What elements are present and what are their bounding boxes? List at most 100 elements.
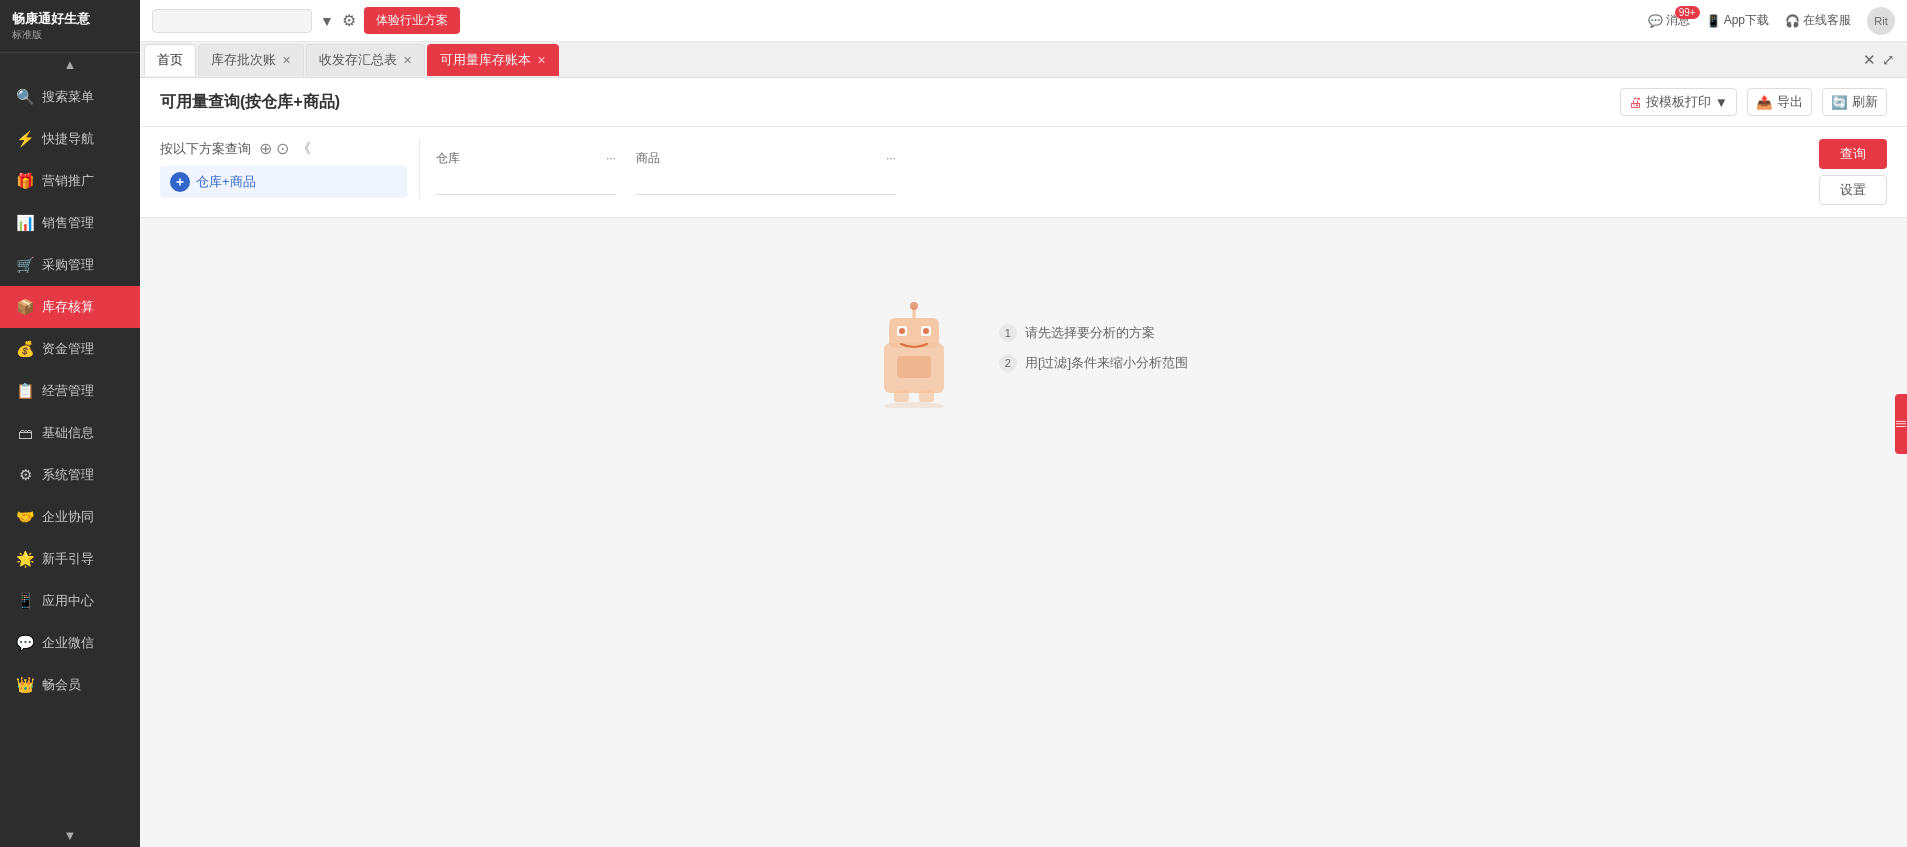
tab-batch-account[interactable]: 库存批次账 ✕	[198, 44, 304, 76]
cart-icon: 🛒	[16, 256, 34, 274]
sidebar-item-marketing[interactable]: 🎁 营销推广	[0, 160, 140, 202]
sidebar-item-shortcut[interactable]: ⚡ 快捷导航	[0, 118, 140, 160]
collapse-filter-button[interactable]: 《	[297, 140, 311, 158]
sidebar-item-label: 库存核算	[42, 298, 94, 316]
sidebar-item-wechat[interactable]: 💬 企业微信	[0, 622, 140, 664]
export-button[interactable]: 📤 导出	[1747, 88, 1812, 116]
sidebar-item-inventory[interactable]: 📦 库存核算	[0, 286, 140, 328]
expand-tab-button[interactable]: ⤢	[1882, 51, 1895, 69]
sidebar-item-finance[interactable]: 💰 资金管理	[0, 328, 140, 370]
sidebar-item-newbie[interactable]: 🌟 新手引导	[0, 538, 140, 580]
filter-left: 按以下方案查询 ⊕ ⊙ 《 仓库+商品	[160, 139, 420, 198]
empty-tips: 1 请先选择要分析的方案 2 用[过滤]条件来缩小分析范围	[999, 324, 1188, 372]
header-right: 💬 消息 99+ 📱 App下载 🎧 在线客服 Rit	[1648, 7, 1895, 35]
app-download-button[interactable]: 📱 App下载	[1706, 12, 1769, 29]
sidebar-item-label: 搜索菜单	[42, 88, 94, 106]
sidebar-item-operation[interactable]: 📋 经营管理	[0, 370, 140, 412]
sidebar-item-sales[interactable]: 📊 销售管理	[0, 202, 140, 244]
page-title-bar: 可用量查询(按仓库+商品) 🖨 按模板打印 ▼ 📤 导出 🔄 刷新	[140, 78, 1907, 127]
filter-actions: 查询 设置	[1819, 139, 1887, 205]
online-service-label: 在线客服	[1803, 12, 1851, 29]
page-title: 可用量查询(按仓库+商品)	[160, 92, 340, 113]
tabs-right: ✕ ⤢	[1863, 51, 1903, 69]
sidebar-item-label: 营销推广	[42, 172, 94, 190]
dropdown-button[interactable]: ▼	[320, 13, 334, 29]
warehouse-field-header: 仓库 ···	[436, 150, 616, 167]
tip-text-1: 请先选择要分析的方案	[1025, 324, 1155, 342]
tab-home[interactable]: 首页	[144, 44, 196, 76]
export-label: 导出	[1777, 93, 1803, 111]
message-icon: 💬	[1648, 14, 1663, 28]
warehouse-label: 仓库	[436, 150, 460, 167]
tab-available-inventory-label: 可用量库存账本	[440, 51, 531, 69]
printer-icon: 🖨	[1629, 95, 1642, 110]
print-label: 按模板打印	[1646, 93, 1711, 111]
refresh-icon: 🔄	[1831, 95, 1848, 110]
tip-num-1: 1	[999, 324, 1017, 342]
sidebar-logo: 畅康通好生意 标准版	[0, 0, 140, 53]
settings-scheme-icon[interactable]: ⊙	[276, 139, 289, 158]
sidebar-item-purchase[interactable]: 🛒 采购管理	[0, 244, 140, 286]
handle-icon: |||	[1896, 420, 1907, 428]
sidebar-item-appcenter[interactable]: 📱 应用中心	[0, 580, 140, 622]
online-service-button[interactable]: 🎧 在线客服	[1785, 12, 1851, 29]
filter-area: 按以下方案查询 ⊕ ⊙ 《 仓库+商品	[140, 127, 1907, 218]
money-icon: 💰	[16, 340, 34, 358]
industry-solution-button[interactable]: 体验行业方案	[364, 7, 460, 34]
goods-input[interactable]	[636, 171, 896, 195]
star-icon: 🌟	[16, 550, 34, 568]
sidebar-item-member[interactable]: 👑 畅会员	[0, 664, 140, 706]
filter-settings-button[interactable]: 设置	[1819, 175, 1887, 205]
goods-more-btn[interactable]: ···	[886, 151, 896, 165]
search-input[interactable]	[152, 9, 312, 33]
crown-icon: 👑	[16, 676, 34, 694]
export-icon: 📤	[1756, 95, 1773, 110]
tab-receive-summary[interactable]: 收发存汇总表 ✕	[306, 44, 425, 76]
tab-receive-summary-label: 收发存汇总表	[319, 51, 397, 69]
tab-close-icon[interactable]: ✕	[282, 54, 291, 67]
sidebar-item-system[interactable]: ⚙ 系统管理	[0, 454, 140, 496]
sidebar-item-label: 经营管理	[42, 382, 94, 400]
user-name: Rit	[1874, 15, 1887, 27]
tab-home-label: 首页	[157, 51, 183, 69]
tab-close-icon[interactable]: ✕	[403, 54, 412, 67]
sidebar-item-enterprise[interactable]: 🤝 企业协同	[0, 496, 140, 538]
right-sidebar-handle[interactable]: |||	[1895, 394, 1907, 454]
scheme-item-label: 仓库+商品	[196, 173, 256, 191]
sidebar-item-label: 销售管理	[42, 214, 94, 232]
query-button[interactable]: 查询	[1819, 139, 1887, 169]
clipboard-icon: 📋	[16, 382, 34, 400]
svg-rect-2	[889, 318, 939, 348]
sidebar-item-label: 应用中心	[42, 592, 94, 610]
scroll-down-btn[interactable]: ▼	[0, 824, 140, 847]
goods-label: 商品	[636, 150, 660, 167]
sidebar-item-label: 资金管理	[42, 340, 94, 358]
tab-available-inventory[interactable]: 可用量库存账本 ✕	[427, 44, 559, 76]
sidebar-item-label: 企业微信	[42, 634, 94, 652]
print-button[interactable]: 🖨 按模板打印 ▼	[1620, 88, 1737, 116]
tabs-bar: 首页 库存批次账 ✕ 收发存汇总表 ✕ 可用量库存账本 ✕ ✕ ⤢	[140, 42, 1907, 78]
message-button[interactable]: 💬 消息 99+	[1648, 12, 1690, 29]
add-scheme-icon[interactable]: ⊕	[259, 139, 272, 158]
company-name: 畅康通好生意	[12, 10, 128, 28]
sidebar-item-basic[interactable]: 🗃 基础信息	[0, 412, 140, 454]
tip-num-2: 2	[999, 354, 1017, 372]
user-avatar[interactable]: Rit	[1867, 7, 1895, 35]
filter-scheme-item[interactable]: 仓库+商品	[160, 166, 407, 198]
refresh-button[interactable]: 🔄 刷新	[1822, 88, 1887, 116]
warehouse-input[interactable]	[436, 171, 616, 195]
warehouse-more-btn[interactable]: ···	[606, 151, 616, 165]
settings-button[interactable]: ⚙	[342, 11, 356, 30]
scroll-up-btn[interactable]: ▲	[0, 53, 140, 76]
page-content: 可用量查询(按仓库+商品) 🖨 按模板打印 ▼ 📤 导出 🔄 刷新	[140, 78, 1907, 847]
filter-icon-buttons: ⊕ ⊙	[259, 139, 289, 158]
svg-point-6	[923, 328, 929, 334]
phone-download-icon: 📱	[1706, 14, 1721, 28]
headset-icon: 🎧	[1785, 14, 1800, 28]
sidebar-item-search[interactable]: 🔍 搜索菜单	[0, 76, 140, 118]
close-tab-button[interactable]: ✕	[1863, 51, 1876, 69]
app-download-label: App下载	[1724, 12, 1769, 29]
tip-item-1: 1 请先选择要分析的方案	[999, 324, 1188, 342]
tab-close-icon[interactable]: ✕	[537, 54, 546, 67]
svg-point-12	[884, 402, 944, 408]
